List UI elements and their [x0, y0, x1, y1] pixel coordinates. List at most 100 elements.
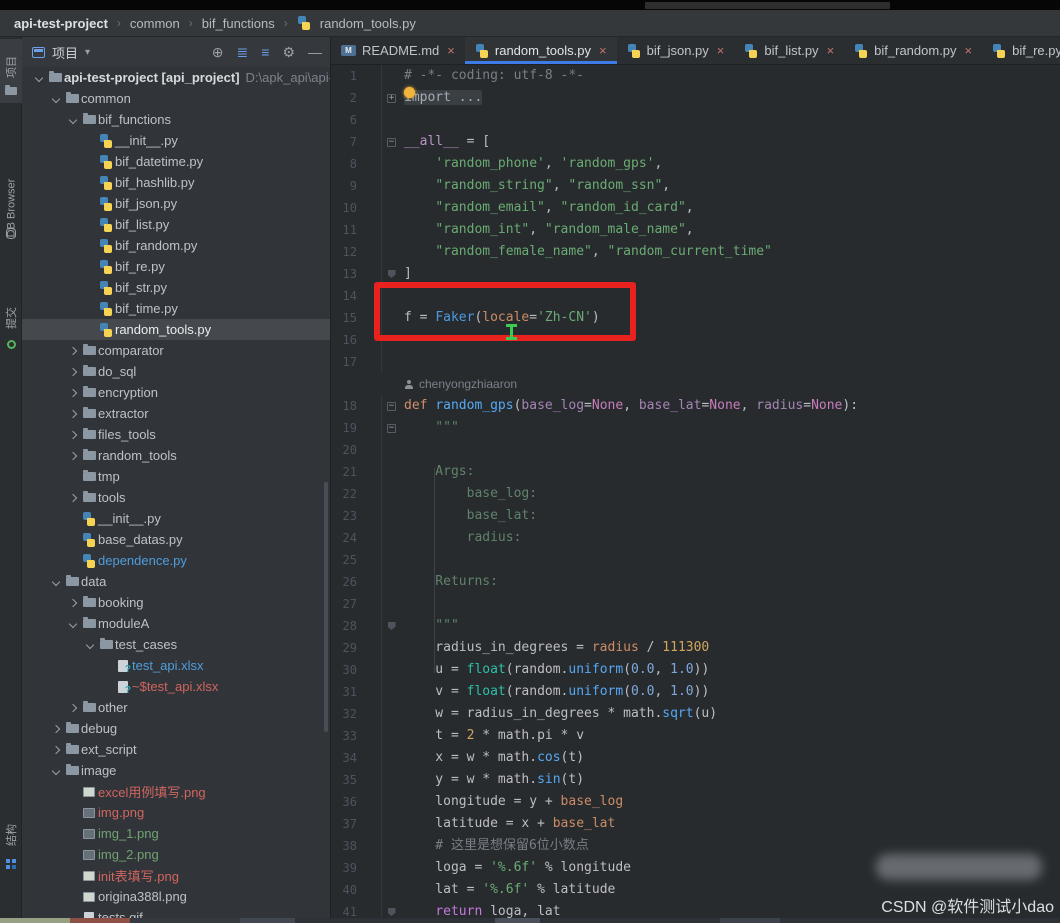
tree-item-img_2.png[interactable]: img_2.png [22, 844, 330, 865]
expand-all-icon[interactable]: ≣ [237, 44, 249, 61]
tree-item-do_sql[interactable]: do_sql [22, 361, 330, 382]
chevron-down-icon[interactable] [66, 617, 80, 631]
code-line-18[interactable]: 18 − def random_gps(base_log=None, base_la… [331, 395, 1060, 417]
code-line-35[interactable]: 35 y = w * math.sin(t) [331, 769, 1060, 791]
close-icon[interactable]: × [827, 43, 835, 58]
chevron-right-icon[interactable] [66, 407, 80, 421]
tree-item-moduleA[interactable]: moduleA [22, 613, 330, 634]
tree-item-bif_list.py[interactable]: bif_list.py [22, 214, 330, 235]
code-line-36[interactable]: 36 longitude = y + base_log [331, 791, 1060, 813]
code-line-8[interactable]: 8 'random_phone', 'random_gps', [331, 153, 1060, 175]
tree-item-__init__.py[interactable]: __init__.py [22, 508, 330, 529]
chevron-right-icon[interactable] [66, 344, 80, 358]
chevron-right-icon[interactable] [66, 491, 80, 505]
chevron-right-icon[interactable] [66, 449, 80, 463]
tree-item-bif_str.py[interactable]: bif_str.py [22, 277, 330, 298]
close-icon[interactable]: × [965, 43, 973, 58]
code-line-26[interactable]: 26 Returns: [331, 571, 1060, 593]
code-line-7[interactable]: 7 − __all__ = [ [331, 131, 1060, 153]
tree-item-bif_random.py[interactable]: bif_random.py [22, 235, 330, 256]
tree-item-init表填写.png[interactable]: init表填写.png [22, 865, 330, 886]
tree-item-bif_json.py[interactable]: bif_json.py [22, 193, 330, 214]
code-line-12[interactable]: 12 "random_female_name", "random_current… [331, 241, 1060, 263]
code-line-22[interactable]: 22 base_log: [331, 483, 1060, 505]
toolwindow-project-button[interactable]: 项目 [0, 39, 22, 103]
tab-bif_json.py[interactable]: bif_json.py × [617, 37, 735, 64]
code-line-11[interactable]: 11 "random_int", "random_male_name", [331, 219, 1060, 241]
close-icon[interactable]: × [599, 43, 607, 58]
tab-random_tools.py[interactable]: random_tools.py × [464, 37, 617, 64]
tree-item-data[interactable]: data [22, 571, 330, 592]
code-line-31[interactable]: 31 v = float(random.uniform(0.0, 1.0)) [331, 681, 1060, 703]
tree-item-__init__.py[interactable]: __init__.py [22, 130, 330, 151]
code-line-2[interactable]: 2 + import ... [331, 87, 1060, 109]
settings-icon[interactable]: ⚙ [282, 44, 295, 61]
code-line-17[interactable]: 17 [331, 351, 1060, 373]
code-line-24[interactable]: 24 radius: [331, 527, 1060, 549]
chevron-down-icon[interactable] [49, 92, 63, 106]
close-icon[interactable]: × [447, 43, 455, 58]
code-line-28[interactable]: 28 """ [331, 615, 1060, 637]
code-line-34[interactable]: 34 x = w * math.cos(t) [331, 747, 1060, 769]
tree-item-api-test-project [api_project][interactable]: api-test-project [api_project] D:\apk_api… [22, 67, 330, 88]
tree-item-bif_time.py[interactable]: bif_time.py [22, 298, 330, 319]
code-line-27[interactable]: 27 [331, 593, 1060, 615]
code-line-32[interactable]: 32 w = radius_in_degrees * math.sqrt(u) [331, 703, 1060, 725]
tree-item-test_cases[interactable]: test_cases [22, 634, 330, 655]
code-line-37[interactable]: 37 latitude = x + base_lat [331, 813, 1060, 835]
tree-item-random_tools[interactable]: random_tools [22, 445, 330, 466]
code-line-10[interactable]: 10 "random_email", "random_id_card", [331, 197, 1060, 219]
chevron-down-icon[interactable] [83, 638, 97, 652]
tree-item-dependence.py[interactable]: dependence.py [22, 550, 330, 571]
tree-scrollbar[interactable] [324, 482, 328, 732]
tree-item-bif_hashlib.py[interactable]: bif_hashlib.py [22, 172, 330, 193]
intention-bulb-icon[interactable] [404, 87, 415, 98]
breadcrumb-project[interactable]: api-test-project [14, 16, 108, 31]
toolwindow-structure-button[interactable]: 结构 [0, 809, 22, 875]
project-panel-title[interactable]: 项目 [52, 43, 78, 62]
code-line-23[interactable]: 23 base_lat: [331, 505, 1060, 527]
chevron-down-icon[interactable] [49, 575, 63, 589]
code-line-30[interactable]: 30 u = float(random.uniform(0.0, 1.0)) [331, 659, 1060, 681]
code-line-29[interactable]: 29 radius_in_degrees = radius / 111300 [331, 637, 1060, 659]
code-line-20[interactable]: 20 [331, 439, 1060, 461]
fold-collapse-icon[interactable]: − [387, 423, 396, 433]
breadcrumb-common[interactable]: common [130, 16, 180, 31]
breadcrumb-bif-functions[interactable]: bif_functions [202, 16, 275, 31]
tab-bif_random.py[interactable]: bif_random.py × [844, 37, 982, 64]
tree-item-bif_functions[interactable]: bif_functions [22, 109, 330, 130]
tree-item-test_api.xlsx[interactable]: test_api.xlsx [22, 655, 330, 676]
code-line-25[interactable]: 25 [331, 549, 1060, 571]
code-line-19[interactable]: 19 − """ [331, 417, 1060, 439]
close-icon[interactable]: × [717, 43, 725, 58]
toolwindow-db-browser-button[interactable]: DB Browser [0, 162, 22, 245]
chevron-right-icon[interactable] [66, 428, 80, 442]
locate-icon[interactable]: ⊕ [212, 44, 224, 61]
hide-icon[interactable]: — [308, 44, 322, 60]
tree-item-~$test_api.xlsx[interactable]: ~$test_api.xlsx [22, 676, 330, 697]
tree-item-img_1.png[interactable]: img_1.png [22, 823, 330, 844]
fold-collapse-icon[interactable]: − [387, 137, 396, 147]
chevron-down-icon[interactable]: ▾ [85, 47, 90, 58]
chevron-right-icon[interactable] [66, 386, 80, 400]
chevron-right-icon[interactable] [66, 365, 80, 379]
tree-item-comparator[interactable]: comparator [22, 340, 330, 361]
code-area[interactable]: 1 # -*- coding: utf-8 -*- 2 + import ... 6 7− _… [331, 65, 1060, 923]
tree-item-booking[interactable]: booking [22, 592, 330, 613]
tree-item-random_tools.py[interactable]: random_tools.py [22, 319, 330, 340]
tree-item-ext_script[interactable]: ext_script [22, 739, 330, 760]
tree-item-extractor[interactable]: extractor [22, 403, 330, 424]
collapse-all-icon[interactable]: ≡ [261, 44, 269, 60]
tree-item-image[interactable]: image [22, 760, 330, 781]
tree-item-origina388l.png[interactable]: origina388l.png [22, 886, 330, 907]
tree-item-other[interactable]: other [22, 697, 330, 718]
tree-item-excel用例填写.png[interactable]: excel用例填写.png [22, 781, 330, 802]
tree-item-tmp[interactable]: tmp [22, 466, 330, 487]
fold-expand-icon[interactable]: + [387, 93, 396, 103]
breadcrumb-file[interactable]: random_tools.py [320, 16, 416, 31]
tree-item-common[interactable]: common [22, 88, 330, 109]
chevron-right-icon[interactable] [49, 722, 63, 736]
code-line-1[interactable]: 1 # -*- coding: utf-8 -*- [331, 65, 1060, 87]
tree-item-img.png[interactable]: img.png [22, 802, 330, 823]
tree-item-files_tools[interactable]: files_tools [22, 424, 330, 445]
